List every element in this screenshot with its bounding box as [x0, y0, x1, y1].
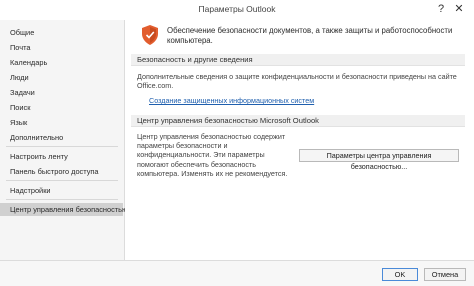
title-bar: Параметры Outlook ? ✕: [0, 0, 474, 21]
dialog-footer: OK Отмена: [0, 260, 474, 286]
sidebar-divider: [6, 199, 118, 200]
sidebar-item-language[interactable]: Язык: [0, 116, 123, 129]
sidebar-item-customize-ribbon[interactable]: Настроить ленту: [0, 150, 123, 163]
trust-center-panel: Обеспечение безопасности документов, а т…: [125, 20, 474, 260]
help-button[interactable]: ?: [434, 2, 448, 16]
window-title: Параметры Outlook: [198, 4, 276, 14]
outlook-options-window: Параметры Outlook ? ✕ Общие Почта Календ…: [0, 0, 474, 286]
sidebar-divider: [6, 146, 118, 147]
privacy-section-header: Безопасность и другие сведения: [131, 54, 465, 66]
sidebar-item-advanced[interactable]: Дополнительно: [0, 131, 123, 144]
sidebar-item-calendar[interactable]: Календарь: [0, 56, 123, 69]
secure-systems-link[interactable]: Создание защищенных информационных систе…: [149, 96, 314, 105]
ok-button[interactable]: OK: [382, 268, 418, 281]
trust-center-section-header: Центр управления безопасностью Microsoft…: [131, 115, 465, 127]
trust-center-settings-button[interactable]: Параметры центра управления безопасность…: [299, 149, 459, 171]
sidebar-item-search[interactable]: Поиск: [0, 101, 123, 114]
sidebar-item-mail[interactable]: Почта: [0, 41, 123, 54]
close-button[interactable]: ✕: [452, 2, 466, 16]
cancel-button[interactable]: Отмена: [424, 268, 466, 281]
intro-text: Обеспечение безопасности документов, а т…: [167, 26, 453, 45]
sidebar-item-people[interactable]: Люди: [0, 71, 123, 84]
options-sidebar: Общие Почта Календарь Люди Задачи Поиск …: [0, 20, 128, 260]
sidebar-item-tasks[interactable]: Задачи: [0, 86, 123, 99]
sidebar-item-quick-access-toolbar[interactable]: Панель быстрого доступа: [0, 165, 123, 178]
sidebar-item-general[interactable]: Общие: [0, 26, 123, 39]
trust-center-section-text: Центр управления безопасностью содержит …: [137, 132, 288, 178]
privacy-section-text: Дополнительные сведения о защите конфиде…: [137, 72, 457, 91]
shield-icon: [142, 25, 158, 45]
sidebar-item-trust-center[interactable]: Центр управления безопасностью: [0, 203, 128, 216]
sidebar-item-add-ins[interactable]: Надстройки: [0, 184, 123, 197]
sidebar-divider: [6, 180, 118, 181]
